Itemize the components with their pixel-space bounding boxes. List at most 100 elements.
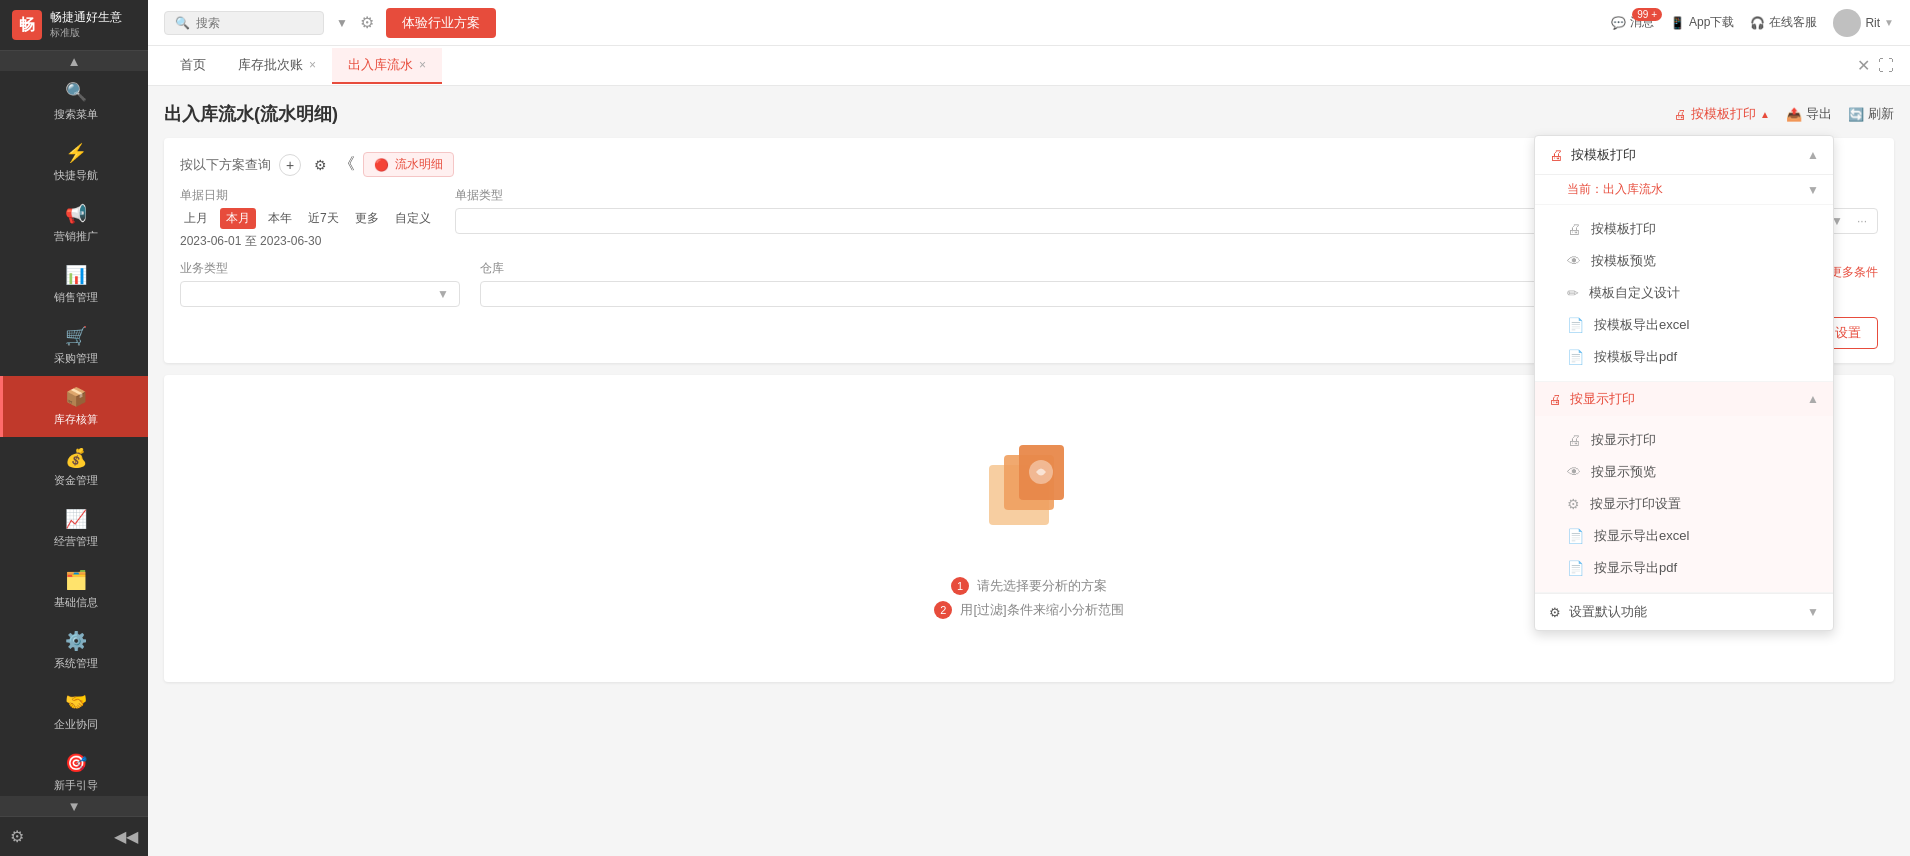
sidebar-item-finance[interactable]: 💰 资金管理 [0,437,148,498]
window-close-icon[interactable]: ✕ [1857,56,1870,75]
sidebar-item-search[interactable]: 🔍 搜索菜单 [0,71,148,132]
industry-btn[interactable]: 体验行业方案 [386,8,496,38]
biz-type-chevron-icon: ▼ [437,287,449,301]
tab-flow[interactable]: 出入库流水 × [332,48,442,84]
purchase-icon: 🛒 [65,325,87,347]
online-service-btn[interactable]: 🎧 在线客服 [1750,14,1817,31]
refresh-btn[interactable]: 🔄 刷新 [1848,105,1894,123]
dropdown-footer-icon: ⚙ [1549,605,1561,620]
step-2-number: 2 [934,601,952,619]
tab-home[interactable]: 首页 [164,48,222,84]
dropdown-header-chevron-icon: ▲ [1807,148,1819,162]
tab-flow-close-icon[interactable]: × [419,58,426,72]
filter-date-field: 单据日期 上月 本月 本年 近7天 更多 自定义 2023-06-01 至 20… [180,187,435,250]
dropdown-footer[interactable]: ⚙ 设置默认功能 ▼ [1535,593,1833,630]
sidebar-item-basics[interactable]: 🗂️ 基础信息 [0,559,148,620]
empty-step-2: 2 用[过滤]条件来缩小分析范围 [934,601,1123,619]
sidebar-scroll-up[interactable]: ▲ [0,51,148,71]
search-icon: 🔍 [65,81,87,103]
window-expand-icon[interactable]: ⛶ [1878,57,1894,75]
topbar-gear-icon[interactable]: ⚙ [360,13,374,32]
empty-svg [969,435,1089,535]
date-option-this-month[interactable]: 本月 [220,208,256,229]
display-section-header[interactable]: 🖨 按显示打印 ▲ [1535,382,1833,416]
export-icon: 📤 [1786,107,1802,122]
dropdown-item-template-custom[interactable]: ✏ 模板自定义设计 [1535,277,1833,309]
app-download-btn[interactable]: 📱 App下载 [1670,14,1734,31]
topbar: 🔍 ▼ ⚙ 体验行业方案 💬 消息 99 + 📱 App下载 🎧 在线客服 Ri… [148,0,1910,46]
dropdown-item-display-preview[interactable]: 👁 按显示预览 [1535,456,1833,488]
filter-setting-btn[interactable]: ⚙ [309,154,331,176]
dropdown-header[interactable]: 🖨 按模板打印 ▲ [1535,136,1833,175]
tab-batch-close-icon[interactable]: × [309,58,316,72]
display-settings-icon: ⚙ [1567,496,1580,512]
template-print-icon: 🖨 [1567,221,1581,237]
shortcut-icon: ⚡ [65,142,87,164]
search-input[interactable] [196,16,306,30]
user-name: Rit [1865,16,1880,30]
dropdown-template-items: 🖨 按模板打印 👁 按模板预览 ✏ 模板自定义设计 📄 [1535,205,1833,382]
sidebar-item-purchase[interactable]: 🛒 采购管理 [0,315,148,376]
print-template-btn[interactable]: 🖨 按模板打印 ▲ [1674,105,1770,123]
tabs-bar: 首页 库存批次账 × 出入库流水 × ✕ ⛶ [148,46,1910,86]
sidebar-item-sales[interactable]: 📊 销售管理 [0,254,148,315]
date-option-last-month[interactable]: 上月 [180,208,212,229]
dropdown-item-display-pdf[interactable]: 📄 按显示导出pdf [1535,552,1833,584]
dropdown-item-display-print[interactable]: 🖨 按显示打印 [1535,424,1833,456]
sidebar-settings-btn[interactable]: ⚙ [10,827,24,846]
operations-icon: 📈 [65,508,87,530]
sidebar-item-shortcut[interactable]: ⚡ 快捷导航 [0,132,148,193]
sidebar-logo: 畅 畅捷通好生意 标准版 [0,0,148,51]
dropdown-current-template[interactable]: 当前：出入库流水 ▼ [1535,175,1833,205]
topbar-search-box[interactable]: 🔍 [164,11,324,35]
dropdown-item-template-preview[interactable]: 👁 按模板预览 [1535,245,1833,277]
logo-icon: 畅 [12,10,42,40]
dropdown-item-template-print[interactable]: 🖨 按模板打印 [1535,213,1833,245]
sidebar-nav: 🔍 搜索菜单 ⚡ 快捷导航 📢 营销推广 📊 销售管理 🛒 采购管理 📦 库存核… [0,71,148,796]
dropdown-item-template-pdf[interactable]: 📄 按模板导出pdf [1535,341,1833,373]
template-excel-icon: 📄 [1567,317,1584,333]
sidebar-collapse-btn[interactable]: ◀◀ [114,827,138,846]
content-area: 出入库流水(流水明细) 🖨 按模板打印 ▲ 📤 导出 🔄 刷新 [148,86,1910,856]
tab-batch-label: 库存批次账 [238,56,303,74]
search-chevron-icon[interactable]: ▼ [336,16,348,30]
empty-hint-2: 用[过滤]条件来缩小分析范围 [960,601,1123,619]
step-1-number: 1 [951,577,969,595]
filter-collapse-btn[interactable]: 《 [339,154,355,175]
filter-date-options: 上月 本月 本年 近7天 更多 自定义 [180,208,435,229]
template-preview-icon: 👁 [1567,253,1581,269]
filter-biz-type-select[interactable]: ▼ [180,281,460,307]
sidebar-item-marketing[interactable]: 📢 营销推广 [0,193,148,254]
filter-label: 按以下方案查询 [180,156,271,174]
sidebar-item-system[interactable]: ⚙️ 系统管理 [0,620,148,681]
template-excel-label: 按模板导出excel [1594,316,1689,334]
filter-add-btn[interactable]: + [279,154,301,176]
topbar-right: 💬 消息 99 + 📱 App下载 🎧 在线客服 Rit ▼ [1611,9,1894,37]
date-option-this-year[interactable]: 本年 [264,208,296,229]
sidebar-item-operations[interactable]: 📈 经营管理 [0,498,148,559]
dropdown-item-display-excel[interactable]: 📄 按显示导出excel [1535,520,1833,552]
template-pdf-label: 按模板导出pdf [1594,348,1677,366]
date-option-custom[interactable]: 自定义 [391,208,435,229]
dropdown-item-template-excel[interactable]: 📄 按模板导出excel [1535,309,1833,341]
date-option-more[interactable]: 更多 [351,208,383,229]
page-header: 出入库流水(流水明细) 🖨 按模板打印 ▲ 📤 导出 🔄 刷新 [164,102,1894,126]
sidebar-item-guide[interactable]: 🎯 新手引导 [0,742,148,796]
display-preview-label: 按显示预览 [1591,463,1656,481]
doc-type-more-icon[interactable]: ··· [1857,214,1867,228]
filter-tag-liushui[interactable]: 🔴 流水明细 [363,152,454,177]
sidebar-item-enterprise[interactable]: 🤝 企业协同 [0,681,148,742]
sidebar-scroll-down[interactable]: ▼ [0,796,148,816]
dropdown-item-display-settings[interactable]: ⚙ 按显示打印设置 [1535,488,1833,520]
empty-hint-1: 请先选择要分析的方案 [977,577,1107,595]
print-dropdown-panel: 🖨 按模板打印 ▲ 当前：出入库流水 ▼ 🖨 按模板打印 [1534,135,1834,631]
filter-biz-type-field: 业务类型 ▼ [180,260,460,307]
print-icon: 🖨 [1674,107,1687,122]
date-option-7days[interactable]: 近7天 [304,208,343,229]
sidebar-item-inventory[interactable]: 📦 库存核算 [0,376,148,437]
message-btn[interactable]: 💬 消息 99 + [1611,14,1654,31]
tab-home-label: 首页 [180,56,206,74]
user-info[interactable]: Rit ▼ [1833,9,1894,37]
tab-batch[interactable]: 库存批次账 × [222,48,332,84]
export-btn[interactable]: 📤 导出 [1786,105,1832,123]
